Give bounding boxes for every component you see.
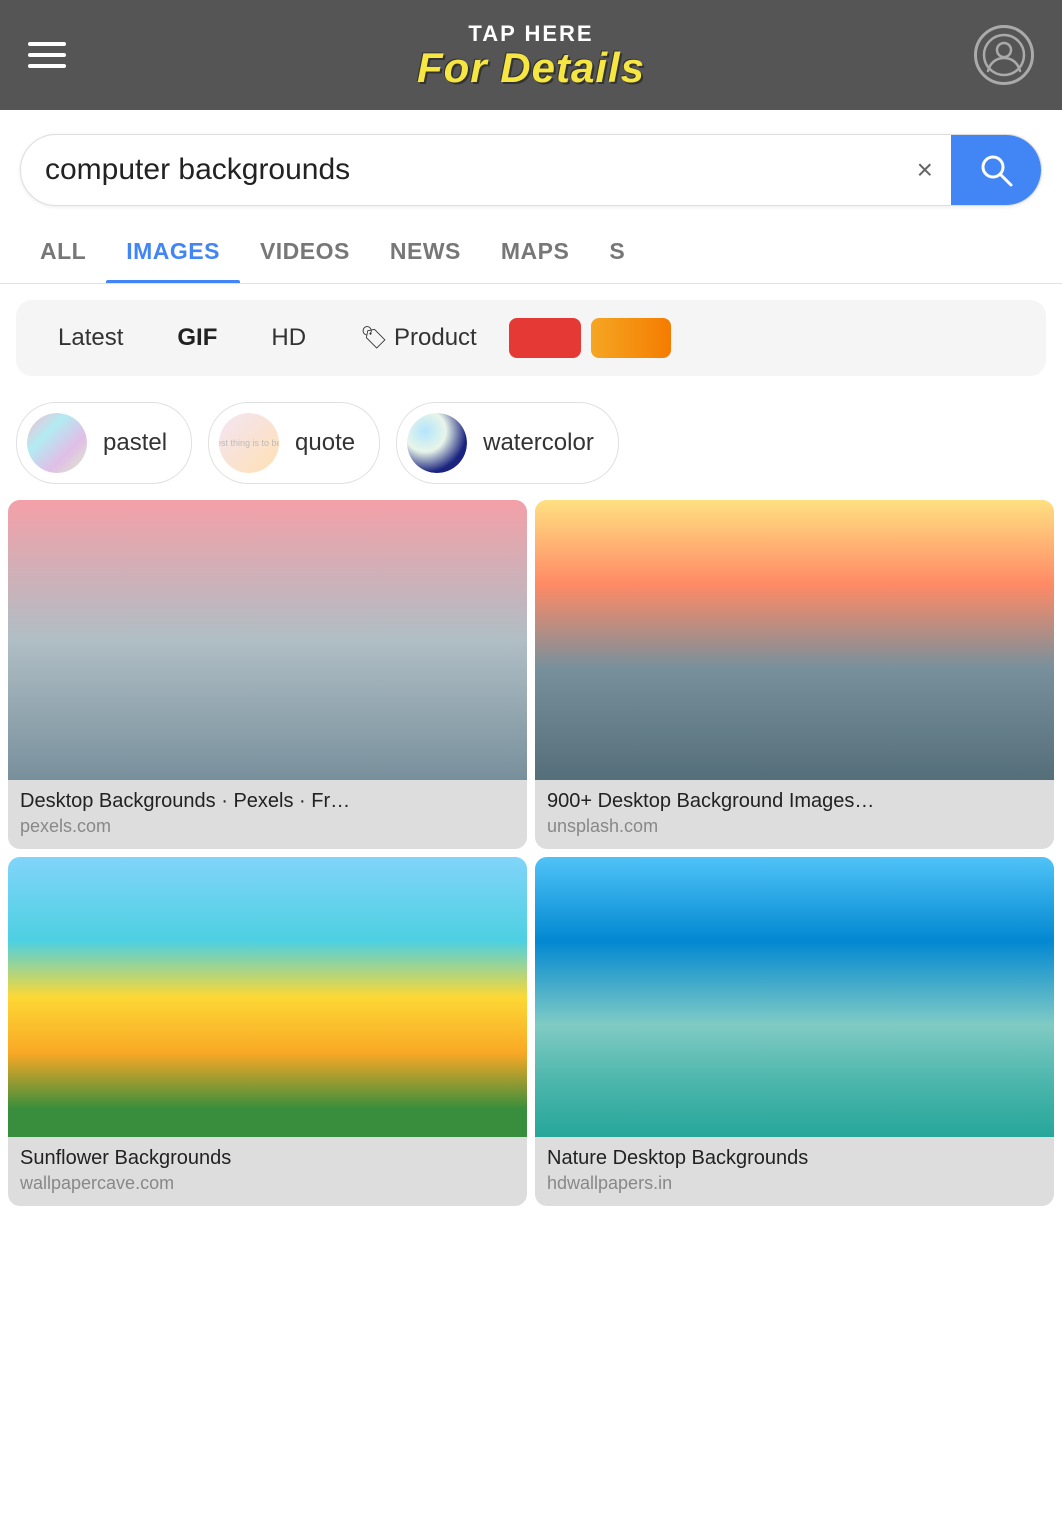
filter-latest[interactable]: Latest	[36, 314, 145, 362]
tab-maps[interactable]: MAPS	[481, 216, 589, 283]
product-tag-icon: 🏷	[360, 325, 388, 351]
tab-images[interactable]: IMAGES	[106, 216, 240, 283]
image-source-1: pexels.com	[20, 816, 515, 837]
filter-section: Latest GIF HD 🏷 Product	[0, 284, 1062, 392]
category-pastel-label: pastel	[103, 429, 167, 457]
image-source-4: hdwallpapers.in	[547, 1173, 1042, 1194]
image-card-1[interactable]: Desktop Backgrounds · Pexels · Fr… pexel…	[8, 500, 527, 849]
search-button[interactable]	[951, 134, 1041, 206]
search-bar: ×	[20, 134, 1042, 206]
header-center[interactable]: TAP HERE For Details	[417, 21, 645, 89]
image-title-4: Nature Desktop Backgrounds	[547, 1147, 1042, 1170]
image-source-3: wallpapercave.com	[20, 1173, 515, 1194]
hamburger-menu[interactable]	[28, 42, 66, 68]
clear-button[interactable]: ×	[899, 154, 951, 186]
account-avatar[interactable]	[974, 25, 1034, 85]
image-info-3: Sunflower Backgrounds wallpapercave.com	[8, 1137, 527, 1206]
image-thumb-1	[8, 500, 527, 780]
image-info-4: Nature Desktop Backgrounds hdwallpapers.…	[535, 1137, 1054, 1206]
image-title-1: Desktop Backgrounds · Pexels · Fr…	[20, 790, 515, 813]
category-section: pastel the best thing is to be here quot…	[0, 392, 1062, 500]
category-watercolor-label: watercolor	[483, 429, 594, 457]
app-header: TAP HERE For Details	[0, 0, 1062, 110]
category-quote-thumb: the best thing is to be here	[219, 413, 279, 473]
category-quote[interactable]: the best thing is to be here quote	[208, 402, 380, 484]
color-filter-orange[interactable]	[591, 318, 671, 358]
filter-row: Latest GIF HD 🏷 Product	[16, 300, 1046, 376]
image-source-2: unsplash.com	[547, 816, 1042, 837]
filter-hd[interactable]: HD	[249, 314, 328, 362]
image-thumb-4	[535, 857, 1054, 1137]
image-title-2: 900+ Desktop Background Images…	[547, 790, 1042, 813]
image-card-4[interactable]: Nature Desktop Backgrounds hdwallpapers.…	[535, 857, 1054, 1206]
image-thumb-3	[8, 857, 527, 1137]
category-quote-label: quote	[295, 429, 355, 457]
image-title-3: Sunflower Backgrounds	[20, 1147, 515, 1170]
category-pastel-thumb	[27, 413, 87, 473]
image-info-2: 900+ Desktop Background Images… unsplash…	[535, 780, 1054, 849]
category-watercolor-thumb	[407, 413, 467, 473]
category-watercolor[interactable]: watercolor	[396, 402, 619, 484]
image-card-3[interactable]: Sunflower Backgrounds wallpapercave.com	[8, 857, 527, 1206]
filter-product[interactable]: 🏷 Product	[338, 314, 499, 362]
image-card-2[interactable]: 900+ Desktop Background Images… unsplash…	[535, 500, 1054, 849]
search-input[interactable]	[21, 153, 899, 187]
search-section: ×	[0, 110, 1062, 216]
color-filter-red[interactable]	[509, 318, 581, 358]
image-info-1: Desktop Backgrounds · Pexels · Fr… pexel…	[8, 780, 527, 849]
tab-all[interactable]: ALL	[20, 216, 106, 283]
for-details-label: For Details	[417, 47, 645, 89]
search-tabs: ALL IMAGES VIDEOS NEWS MAPS S	[0, 216, 1062, 284]
tab-more[interactable]: S	[589, 216, 645, 283]
category-pastel[interactable]: pastel	[16, 402, 192, 484]
image-thumb-2	[535, 500, 1054, 780]
filter-gif[interactable]: GIF	[155, 314, 239, 362]
tab-news[interactable]: NEWS	[370, 216, 481, 283]
image-grid: Desktop Backgrounds · Pexels · Fr… pexel…	[0, 500, 1062, 1206]
tab-videos[interactable]: VIDEOS	[240, 216, 370, 283]
